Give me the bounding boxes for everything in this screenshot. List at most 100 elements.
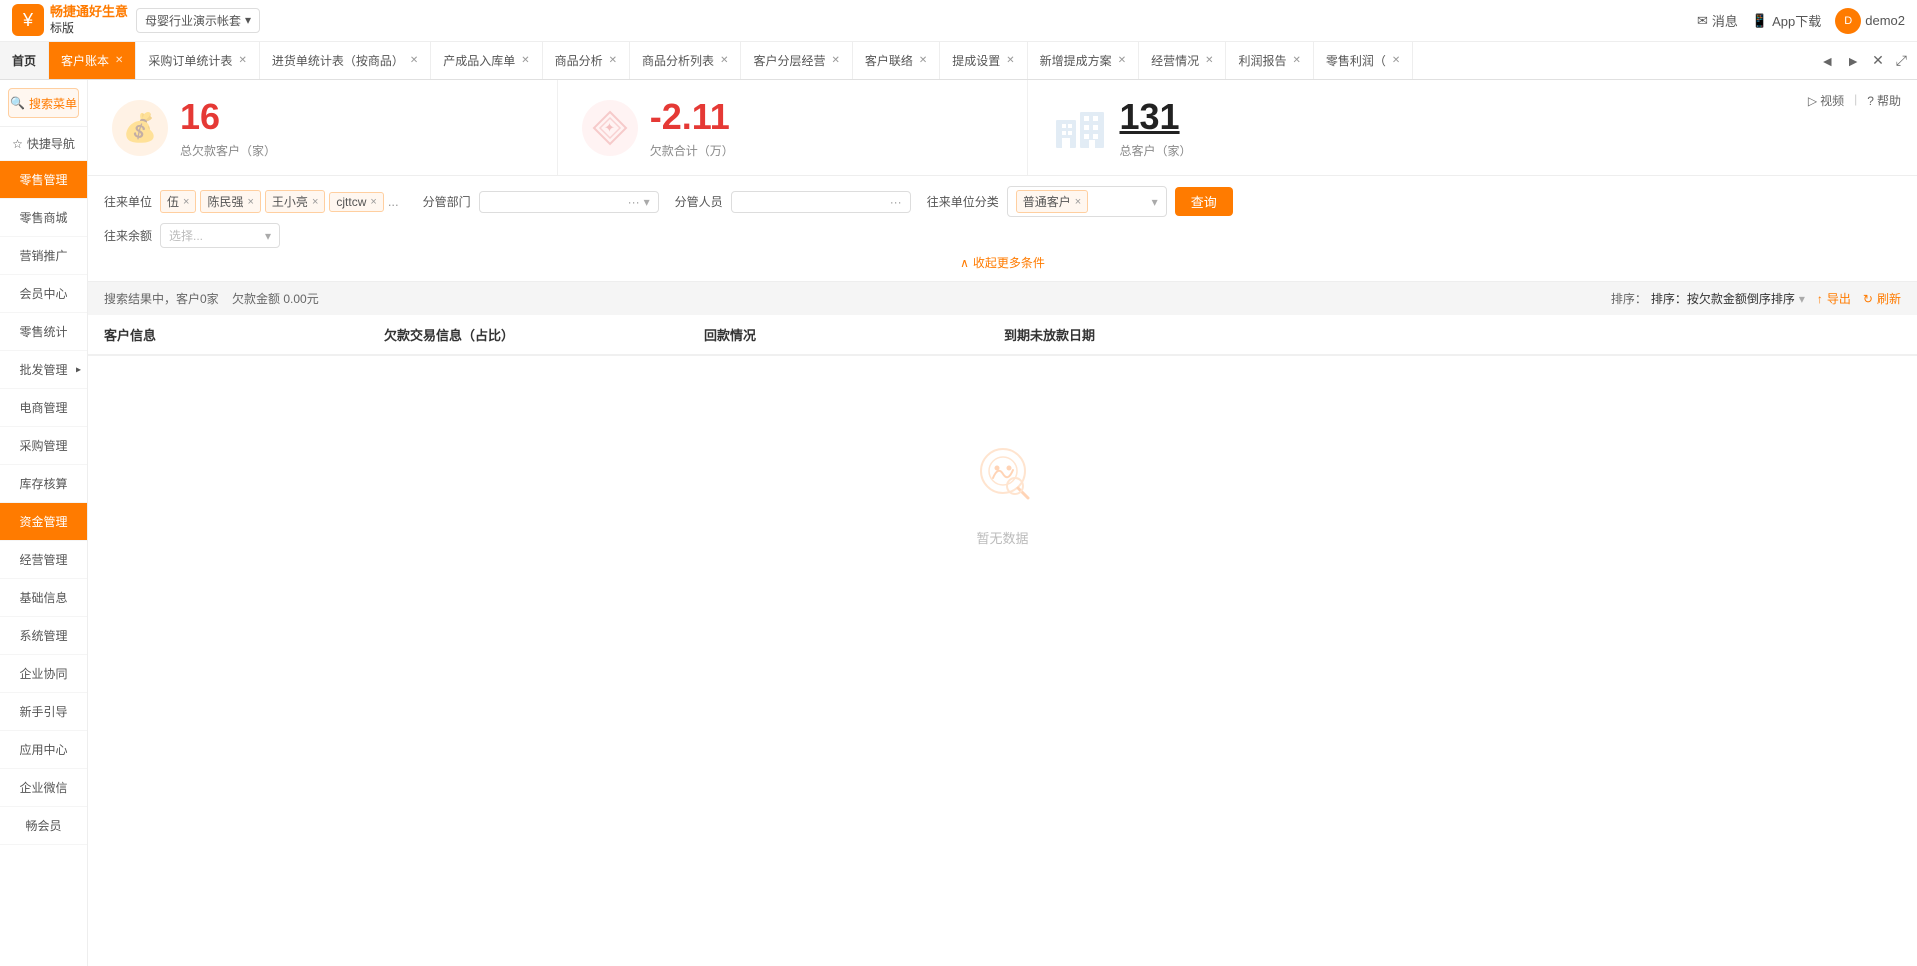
sidebar-item-beginner-guide[interactable]: 新手引导 — [0, 693, 87, 731]
tab-product-storage[interactable]: 产成品入库单 ✕ — [431, 42, 542, 80]
category-filter-select[interactable]: 普通客户 × ▾ — [1007, 186, 1167, 217]
nav-tab-controls: ◄ ► ✕ ⤢ — [1810, 50, 1917, 71]
tab-close-icon[interactable]: ✕ — [1293, 55, 1301, 66]
tag-chen: 陈民强 × — [200, 190, 260, 213]
remove-tag-chen[interactable]: × — [247, 196, 253, 208]
tab-purchase-stats-by-product[interactable]: 进货单统计表（按商品） ✕ — [260, 42, 431, 80]
sidebar-item-inventory-check[interactable]: 库存核算 — [0, 465, 87, 503]
sidebar-item-retail-stats[interactable]: 零售统计 — [0, 313, 87, 351]
user-avatar-btn[interactable]: D demo2 — [1835, 8, 1905, 34]
stat-label-debt-amount: 欠款合计（万） — [650, 142, 734, 159]
logo-area: ¥ 畅捷通好生意 标版 — [12, 4, 128, 36]
col-debt-info: 欠款交易信息（占比） — [384, 325, 704, 344]
tab-next-icon[interactable]: ► — [1842, 51, 1864, 71]
sidebar-item-finance-mgmt[interactable]: 资金管理 — [0, 503, 87, 541]
logo-text: 畅捷通好生意 标版 — [50, 4, 128, 36]
tab-customer-balance[interactable]: 客户账本 ✕ — [49, 42, 136, 80]
stat-debt-customers: 💰 16 总欠款客户（家） — [88, 80, 558, 175]
tab-close-icon[interactable]: ✕ — [521, 55, 529, 66]
tag-wu: 伍 × — [160, 190, 196, 213]
sidebar-item-enterprise-cooperation[interactable]: 企业协同 — [0, 655, 87, 693]
diamond-icon: ✦ — [590, 108, 630, 148]
filter-row-2: 往来余额 选择... ▾ — [104, 223, 1901, 248]
table-header: 客户信息 欠款交易信息（占比） 回款情况 到期未放款日期 — [88, 315, 1917, 356]
app-download-btn[interactable]: 📱 App下载 — [1752, 11, 1821, 30]
sidebar-item-basic-info[interactable]: 基础信息 — [0, 579, 87, 617]
sidebar-item-retail-mall[interactable]: 零售商城 — [0, 199, 87, 237]
sidebar-item-app-center[interactable]: 应用中心 — [0, 731, 87, 769]
more-tags-btn[interactable]: ... — [388, 194, 399, 209]
tab-profit-report[interactable]: 利润报告 ✕ — [1226, 42, 1313, 80]
search-query-button[interactable]: 查询 — [1175, 187, 1233, 216]
tab-customer-connect[interactable]: 客户联络 ✕ — [853, 42, 940, 80]
tab-expand-icon[interactable]: ⤢ — [1892, 50, 1911, 71]
tab-close-icon[interactable]: ✕ — [1118, 55, 1126, 66]
sidebar-search-area: 🔍 搜索菜单 — [0, 80, 87, 127]
sidebar-item-wholesale-mgmt[interactable]: 批发管理 ▸ — [0, 351, 87, 389]
tab-business-status[interactable]: 经营情况 ✕ — [1139, 42, 1226, 80]
balance-filter-label: 往来余额 — [104, 227, 152, 244]
person-filter-select[interactable]: ··· — [731, 191, 911, 213]
sidebar-item-vip-member[interactable]: 畅会员 — [0, 807, 87, 845]
stat-label-total-customers: 总客户（家） — [1120, 142, 1192, 159]
tab-close-icon[interactable]: ✕ — [410, 55, 418, 66]
tab-close-icon[interactable]: ✕ — [609, 55, 617, 66]
sidebar-item-marketing[interactable]: 营销推广 — [0, 237, 87, 275]
tab-close-icon[interactable]: ✕ — [720, 55, 728, 66]
dept-filter-select[interactable]: ··· ▾ — [479, 191, 659, 213]
person-filter-label: 分管人员 — [675, 193, 723, 210]
collapse-filter-btn[interactable]: ∧ 收起更多条件 — [960, 254, 1045, 271]
tab-close-icon[interactable]: ✕ — [919, 55, 927, 66]
results-bar: 搜索结果中，客户0家 欠款金额 0.00元 排序： 排序：按欠款金额倒序排序 ▾… — [88, 282, 1917, 315]
balance-filter-select[interactable]: 选择... ▾ — [160, 223, 280, 248]
search-menu-button[interactable]: 🔍 搜索菜单 — [8, 88, 79, 118]
stat-value-debt-customers: 16 — [180, 96, 276, 138]
sidebar-item-operations-mgmt[interactable]: 经营管理 — [0, 541, 87, 579]
tab-prev-icon[interactable]: ◄ — [1816, 51, 1838, 71]
empty-state-text: 暂无数据 — [976, 528, 1028, 547]
tab-promotion-settings[interactable]: 提成设置 ✕ — [940, 42, 1027, 80]
top-bar-right: ✉ 消息 📱 App下载 D demo2 — [1697, 8, 1905, 34]
remove-tag-wu[interactable]: × — [183, 196, 189, 208]
sidebar-item-purchase-mgmt[interactable]: 采购管理 — [0, 427, 87, 465]
chevron-right-icon: ▸ — [76, 364, 81, 375]
tab-add-promotion[interactable]: 新增提成方案 ✕ — [1028, 42, 1139, 80]
tab-close-icon[interactable]: ✕ — [831, 55, 839, 66]
bookmark-icon: ☆ — [12, 137, 23, 151]
tab-close-icon[interactable]: ✕ — [238, 55, 246, 66]
tab-customer-tier[interactable]: 客户分层经营 ✕ — [741, 42, 852, 80]
dept-filter-label: 分管部门 — [423, 193, 471, 210]
quick-nav-button[interactable]: ☆ 快捷导航 — [0, 127, 87, 161]
unit-filter-label: 往来单位 — [104, 193, 152, 210]
tab-close-icon[interactable]: ✕ — [1006, 55, 1014, 66]
tab-home[interactable]: 首页 — [0, 42, 49, 80]
stat-value-debt-amount: -2.11 — [650, 96, 734, 138]
logo-icon: ¥ — [12, 4, 44, 36]
refresh-btn[interactable]: ↻ 刷新 — [1863, 290, 1901, 307]
sidebar-item-enterprise-wechat[interactable]: 企业微信 — [0, 769, 87, 807]
tab-close-icon[interactable]: ✕ — [1392, 55, 1400, 66]
sort-select[interactable]: 排序： 排序：按欠款金额倒序排序 ▾ — [1611, 290, 1805, 307]
tab-close-icon[interactable]: ✕ — [115, 55, 123, 66]
message-btn[interactable]: ✉ 消息 — [1697, 11, 1738, 30]
sidebar-item-retail-mgmt[interactable]: 零售管理 — [0, 161, 87, 199]
tab-retail-profit[interactable]: 零售利润（ ✕ — [1314, 42, 1413, 80]
col-repayment: 回款情况 — [704, 325, 1004, 344]
question-icon: ? — [1867, 94, 1874, 108]
tab-close-icon[interactable]: ✕ — [1205, 55, 1213, 66]
video-btn[interactable]: ▷ 视频 — [1808, 92, 1844, 109]
tab-close-all-icon[interactable]: ✕ — [1868, 50, 1888, 71]
sidebar-item-member-center[interactable]: 会员中心 — [0, 275, 87, 313]
remove-tag-cjttcw[interactable]: × — [370, 196, 376, 208]
remove-tag-common-customer[interactable]: × — [1075, 196, 1081, 208]
search-icon: 🔍 — [10, 96, 25, 110]
remove-tag-wang[interactable]: × — [312, 196, 318, 208]
sidebar-item-system-mgmt[interactable]: 系统管理 — [0, 617, 87, 655]
help-btn[interactable]: ? 帮助 — [1867, 92, 1901, 109]
tab-product-analysis[interactable]: 商品分析 ✕ — [543, 42, 630, 80]
export-btn[interactable]: ↑ 导出 — [1817, 290, 1851, 307]
tab-product-analysis-list[interactable]: 商品分析列表 ✕ — [630, 42, 741, 80]
tab-purchase-order-stats[interactable]: 采购订单统计表 ✕ — [136, 42, 259, 80]
enterprise-select[interactable]: 母婴行业演示帐套 ▾ — [136, 8, 260, 33]
sidebar-item-ecommerce-mgmt[interactable]: 电商管理 — [0, 389, 87, 427]
